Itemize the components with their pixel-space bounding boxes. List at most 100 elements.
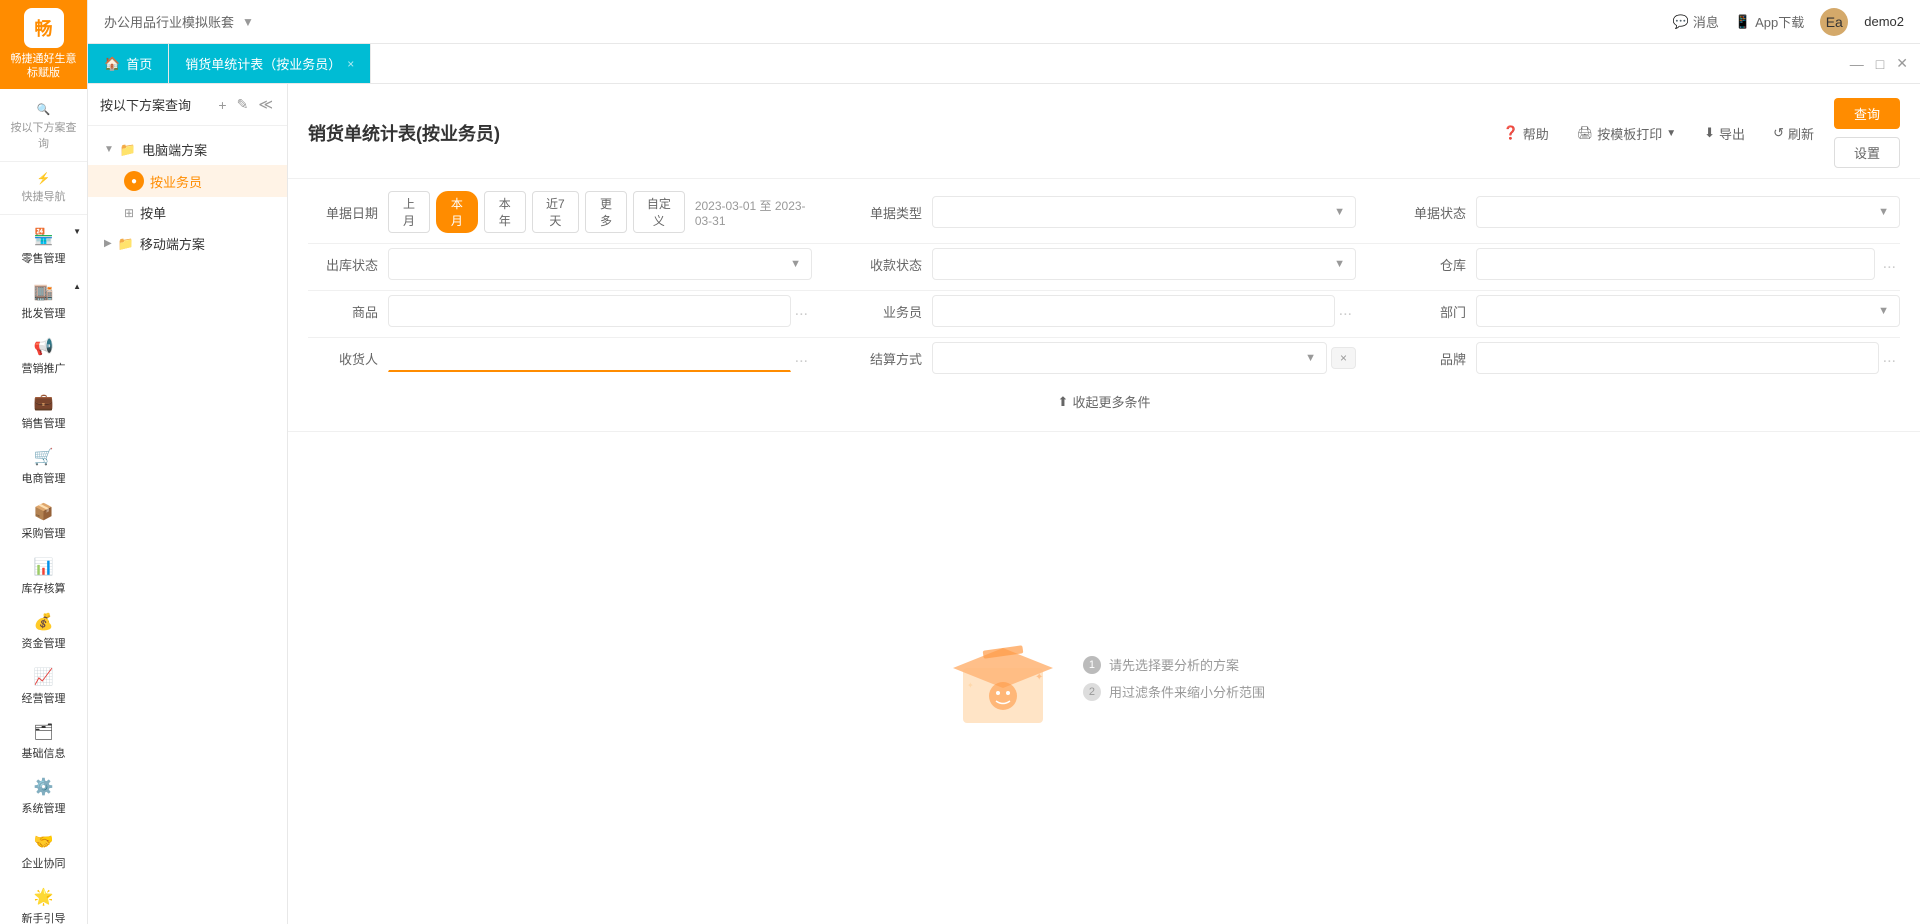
doc-status-select[interactable]: ▼ [1476,196,1900,228]
settlement-tag-close-icon[interactable]: × [1340,351,1347,365]
tree-item-by-salesman[interactable]: ● 按业务员 [88,165,287,197]
sidebar-item-sales[interactable]: 💼 销售管理 [0,384,87,439]
breadcrumb-text[interactable]: 办公用品行业模拟账套 [104,12,234,31]
salesman-more-icon[interactable]: ... [1335,302,1356,320]
page-header-actions: ❓ 帮助 🖨 按模板打印 ▼ ⬇ 导出 ↺ 刷新 [1495,98,1901,168]
sidebar-item-finance[interactable]: 💰 资金管理 [0,604,87,659]
brand-select[interactable] [1476,342,1879,374]
sidebar-item-ecom[interactable]: 🛒 电商管理 [0,439,87,494]
settlement-control: ▼ × [932,342,1356,374]
doc-type-label: 单据类型 [852,203,932,222]
sidebar-item-inventory[interactable]: 📊 库存核算 [0,549,87,604]
left-panel-title: 按以下方案查询 [100,95,191,114]
collapse-filters-button[interactable]: ⬆ 收起更多条件 [308,384,1900,419]
logo-icon: 畅 [24,8,64,48]
empty-hint-1: 1 请先选择要分析的方案 [1083,655,1265,674]
tab-minimize-button[interactable]: — [1846,52,1868,76]
salesman-select[interactable] [932,295,1335,327]
user-name[interactable]: demo2 [1864,14,1904,29]
sidebar-item-wholesale[interactable]: 🏬 批发管理 [0,274,87,329]
warehouse-select[interactable] [1476,248,1875,280]
hint-num-1: 1 [1083,656,1101,674]
doc-status-arrow-icon: ▼ [1878,206,1889,218]
print-dropdown-icon: ▼ [1666,128,1676,139]
breadcrumb-dropdown-icon[interactable]: ▼ [242,15,254,29]
date-btn-this-month[interactable]: 本月 [436,191,478,233]
date-btn-more[interactable]: 更多 [585,191,627,233]
folder-icon: 📁 [120,142,136,158]
export-button[interactable]: ⬇ 导出 [1696,120,1753,147]
date-label: 单据日期 [308,203,388,222]
user-avatar[interactable]: Ea [1820,8,1848,36]
goods-more-icon[interactable]: ... [791,302,812,320]
settings-button[interactable]: 设置 [1834,137,1900,168]
delivery-select[interactable]: ▼ [388,248,812,280]
sidebar-item-marketing[interactable]: 📢 营销推广 [0,329,87,384]
delivery-label: 出库状态 [308,255,388,274]
doc-type-select[interactable]: ▼ [932,196,1356,228]
settlement-select[interactable]: ▼ [932,342,1327,374]
help-button[interactable]: ❓ 帮助 [1495,120,1557,147]
sidebar-item-purchase[interactable]: 📦 采购管理 [0,494,87,549]
tab-maximize-button[interactable]: □ [1872,52,1888,76]
message-button[interactable]: 💬 消息 [1673,12,1719,31]
refresh-button[interactable]: ↺ 刷新 [1765,120,1822,147]
tree-folder-pc[interactable]: ▼ 📁 电脑端方案 [88,134,287,165]
date-options-group: 上月 本月 本年 近7天 更多 自定义 2023-03-01 至 2023-03… [388,191,812,233]
search-menu-button[interactable]: 🔍 按以下方案查询 [8,99,79,155]
add-scheme-button[interactable]: + [216,94,228,115]
active-dot-icon: ● [124,171,144,191]
tab-close-button[interactable]: ✕ [1892,51,1912,76]
tab-home[interactable]: 🏠 首页 [88,44,169,83]
tab-close-icon[interactable]: × [347,57,354,71]
tab-sales-stat[interactable]: 销货单统计表（按业务员） × [169,44,371,83]
logo-text: 畅捷通好生意 标赋版 [11,52,77,81]
consignee-more-icon[interactable]: ... [791,349,812,367]
print-icon: 🖨 [1577,125,1594,141]
left-panel-header-actions: + ✎ ≪ [216,94,275,115]
tree-folder-mobile[interactable]: ▶ 📁 移动端方案 [88,228,287,259]
sidebar-item-system[interactable]: ⚙️ 系统管理 [0,769,87,824]
order-icon: ⊞ [124,206,134,220]
purchase-icon: 📦 [34,502,54,522]
receipt-select[interactable]: ▼ [932,248,1356,280]
query-button[interactable]: 查询 [1834,98,1900,129]
edit-scheme-button[interactable]: ✎ [235,94,251,115]
wholesale-icon: 🏬 [34,282,54,302]
sidebar-search-section: 🔍 按以下方案查询 [0,89,87,162]
export-icon: ⬇ [1704,125,1715,141]
svg-text:✦: ✦ [1035,672,1043,683]
sidebar-item-retail[interactable]: 🏪 零售管理 [0,219,87,274]
retail-icon: 🏪 [34,227,54,247]
warehouse-more-icon[interactable]: ... [1879,255,1900,273]
sidebar-item-operations[interactable]: 📈 经营管理 [0,659,87,714]
filter-divider-2 [308,290,1900,291]
warehouse-label: 仓库 [1396,255,1476,274]
collapse-panel-button[interactable]: ≪ [256,94,275,115]
app-download-button[interactable]: 📱 App下载 [1735,12,1804,31]
date-btn-this-year[interactable]: 本年 [484,191,526,233]
consignee-input[interactable] [388,344,791,372]
tree-item-by-order[interactable]: ⊞ 按单 [88,197,287,228]
filter-divider-1 [308,243,1900,244]
sidebar-logo[interactable]: 畅 畅捷通好生意 标赋版 [0,0,87,89]
dept-select[interactable]: ▼ [1476,295,1900,327]
print-button[interactable]: 🖨 按模板打印 ▼ [1569,120,1684,147]
goods-select[interactable] [388,295,791,327]
date-btn-7days[interactable]: 近7天 [532,191,579,233]
settlement-label: 结算方式 [852,349,932,368]
mobile-folder-icon: 📁 [118,236,134,252]
operations-icon: 📈 [34,667,54,687]
doc-status-control: ▼ [1476,196,1900,228]
query-settings-group: 查询 设置 [1834,98,1900,168]
quick-nav-button[interactable]: ⚡ 快捷导航 [0,166,87,210]
sidebar-item-newbie[interactable]: 🌟 新手引导 [0,879,87,924]
brand-more-icon[interactable]: ... [1879,349,1900,367]
empty-illustration: ✦ ✦ [943,618,1063,738]
left-panel-body: ▼ 📁 电脑端方案 ● 按业务员 ⊞ 按单 ▶ 📁 移 [88,126,287,924]
sidebar-item-enterprise[interactable]: 🤝 企业协同 [0,824,87,879]
sidebar-item-basics[interactable]: 🗂 基础信息 [0,714,87,769]
date-btn-last-month[interactable]: 上月 [388,191,430,233]
goods-control: ... [388,295,812,327]
date-btn-custom[interactable]: 自定义 [633,191,685,233]
